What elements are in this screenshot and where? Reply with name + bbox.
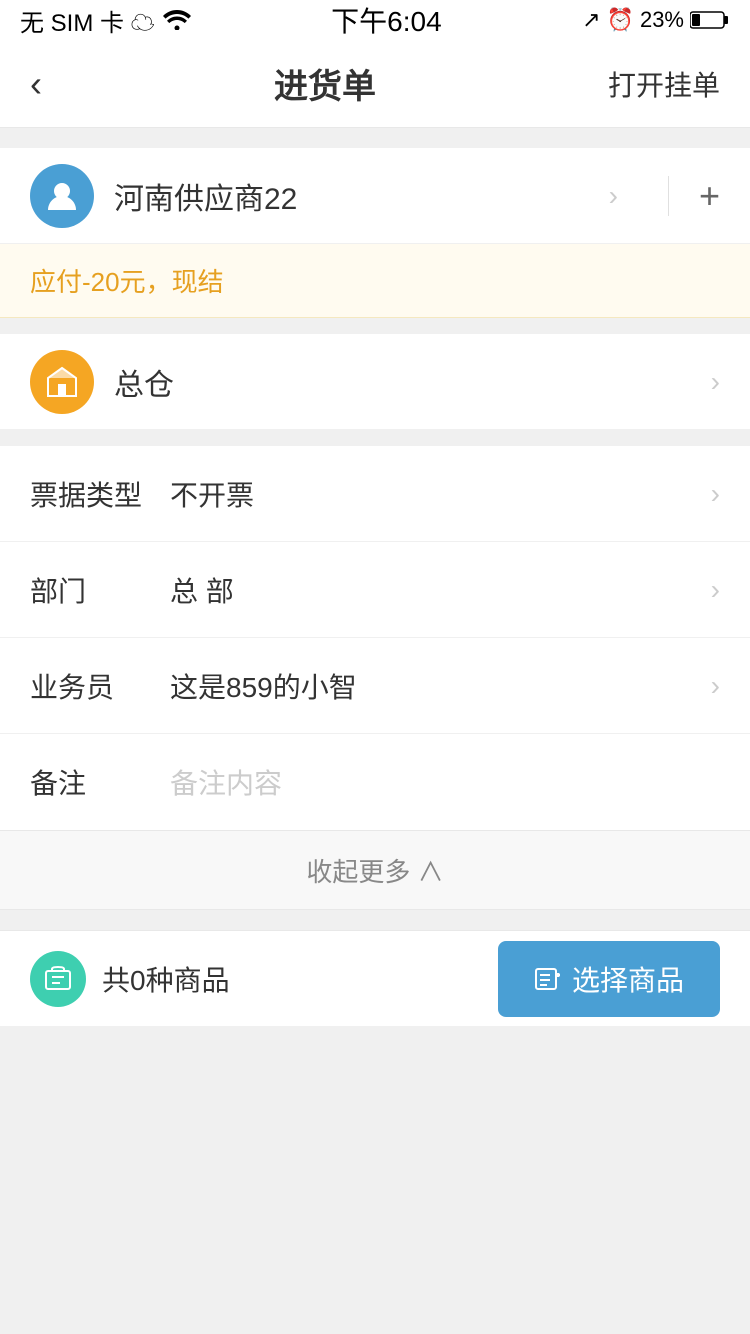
cart-icon	[42, 963, 74, 995]
bottom-bar: 共0种商品 选择商品	[0, 930, 750, 1026]
invoice-type-label: 票据类型	[30, 474, 170, 514]
select-product-button[interactable]: 选择商品	[498, 941, 720, 1017]
warehouse-name: 总仓	[114, 360, 711, 404]
collapse-label: 收起更多 ∧	[306, 852, 443, 889]
alarm-icon: ⏰	[607, 7, 634, 33]
location-icon: ↗	[582, 7, 600, 33]
wifi-icon	[163, 10, 191, 30]
product-count: 共0种商品	[102, 959, 498, 999]
status-bar: 无 SIM 卡 ☁ 下午6:04 ↗ ⏰ 23%	[0, 0, 750, 40]
supplier-chevron-icon: ›	[609, 180, 618, 212]
status-right: ↗ ⏰ 23%	[582, 7, 730, 33]
department-value: 总 部	[170, 570, 711, 610]
status-time: 下午6:04	[331, 0, 442, 40]
invoice-type-value: 不开票	[170, 474, 711, 514]
battery-icon	[690, 10, 730, 30]
supplier-name: 河南供应商22	[114, 174, 609, 218]
product-icon-wrap	[30, 951, 86, 1007]
nav-bar: ‹ 进货单 打开挂单	[0, 40, 750, 128]
person-icon	[44, 178, 80, 214]
warehouse-icon-wrap	[30, 350, 94, 414]
open-pending-button[interactable]: 打开挂单	[608, 64, 720, 104]
gap-2	[0, 318, 750, 334]
sim-status: 无 SIM 卡 ☁	[20, 3, 155, 38]
department-chevron-icon: ›	[711, 574, 720, 606]
salesman-chevron-icon: ›	[711, 670, 720, 702]
select-product-icon	[534, 965, 562, 993]
select-product-label: 选择商品	[572, 959, 684, 999]
form-section: 票据类型 不开票 › 部门 总 部 › 业务员 这是859的小智 › 备注 备注…	[0, 446, 750, 830]
invoice-type-chevron-icon: ›	[711, 478, 720, 510]
collapse-row[interactable]: 收起更多 ∧	[0, 830, 750, 910]
salesman-value: 这是859的小智	[170, 666, 711, 706]
warehouse-section[interactable]: 总仓 ›	[0, 334, 750, 430]
invoice-type-row[interactable]: 票据类型 不开票 ›	[0, 446, 750, 542]
salesman-row[interactable]: 业务员 这是859的小智 ›	[0, 638, 750, 734]
supplier-section[interactable]: 河南供应商22 › +	[0, 148, 750, 244]
status-left: 无 SIM 卡 ☁	[20, 3, 191, 38]
salesman-label: 业务员	[30, 666, 170, 706]
department-label: 部门	[30, 570, 170, 610]
remark-label: 备注	[30, 762, 170, 802]
remark-row[interactable]: 备注 备注内容	[0, 734, 750, 830]
department-row[interactable]: 部门 总 部 ›	[0, 542, 750, 638]
main-background	[0, 1026, 750, 1326]
supplier-avatar	[30, 164, 94, 228]
remark-input[interactable]: 备注内容	[170, 762, 720, 802]
gap-3	[0, 430, 750, 446]
back-button[interactable]: ‹	[30, 63, 42, 105]
warehouse-icon	[45, 365, 79, 399]
battery-text: 23%	[640, 7, 684, 33]
supplier-divider	[668, 176, 669, 216]
section-gap-1	[0, 128, 750, 148]
notice-text: 应付-20元，现结	[30, 267, 224, 297]
notice-bar: 应付-20元，现结	[0, 244, 750, 318]
add-supplier-button[interactable]: +	[699, 175, 720, 217]
gap-4	[0, 910, 750, 930]
warehouse-chevron-icon: ›	[711, 366, 720, 398]
page-title: 进货单	[274, 59, 376, 108]
